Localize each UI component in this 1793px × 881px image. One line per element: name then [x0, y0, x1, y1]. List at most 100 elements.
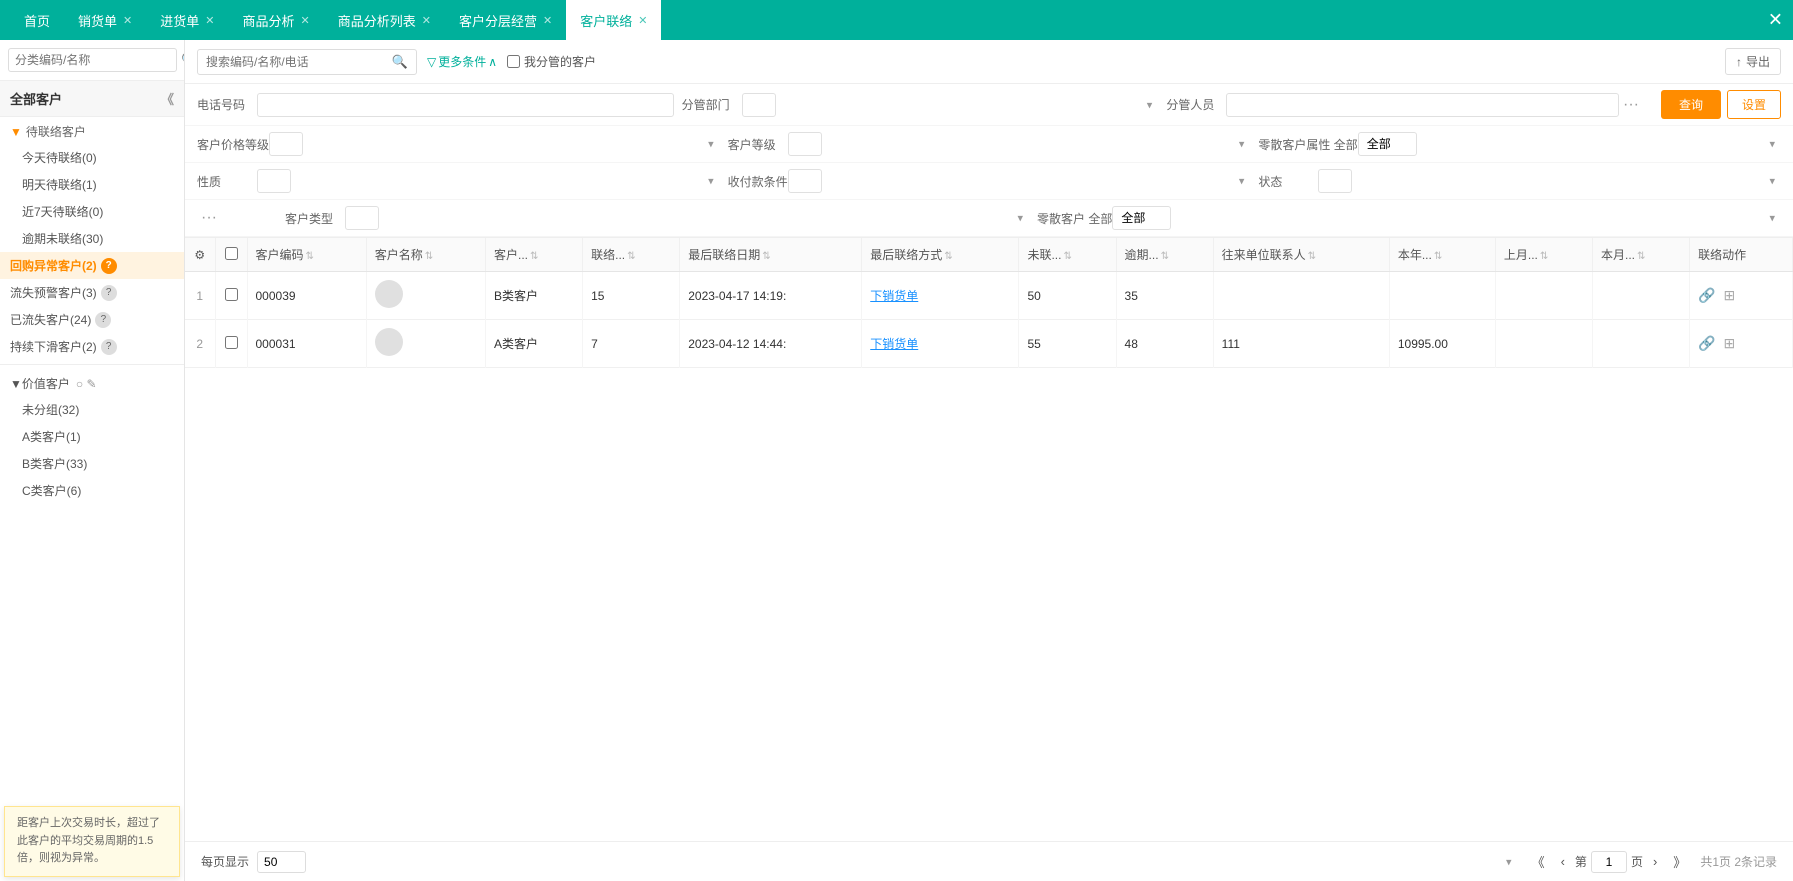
- window-close-button[interactable]: ✕: [1768, 10, 1783, 31]
- customer-type-select[interactable]: [345, 206, 379, 230]
- select-all-checkbox[interactable]: [225, 247, 238, 260]
- sidebar-item-tomorrow[interactable]: 明天待联络(1): [0, 171, 184, 198]
- right-content: 🔍 ▽ 更多条件 ∧ 我分管的客户 ↑ 导出 电话号码: [185, 40, 1793, 881]
- dept-label: 分管部门: [682, 96, 742, 113]
- tab-label-sales: 销货单: [78, 11, 117, 30]
- row-last-month: [1495, 272, 1592, 320]
- sidebar-item-repurchase-abnormal[interactable]: 回购异常客户(2) ?: [0, 252, 184, 279]
- sort-icon-name[interactable]: ⇅: [425, 251, 433, 262]
- action-link-icon[interactable]: 🔗: [1698, 335, 1715, 352]
- tab-close-sales[interactable]: ✕: [123, 14, 132, 27]
- per-page-label: 每页显示: [201, 853, 249, 870]
- page-input[interactable]: [1591, 851, 1627, 873]
- tab-close-analysis[interactable]: ✕: [301, 14, 310, 27]
- sidebar-search-input[interactable]: [8, 48, 177, 72]
- status-select[interactable]: [1318, 169, 1352, 193]
- phone-input[interactable]: [257, 93, 674, 117]
- col-action: 联络动作: [1690, 238, 1793, 272]
- export-button[interactable]: ↑ 导出: [1725, 48, 1781, 75]
- row-contact: 15: [583, 272, 680, 320]
- dept-select[interactable]: [742, 93, 776, 117]
- retail-attr-select[interactable]: 全部: [1358, 132, 1417, 156]
- action-grid-icon[interactable]: ⊞: [1724, 335, 1736, 352]
- row4-dots-btn[interactable]: ···: [197, 209, 221, 227]
- sort-icon-unit-contact[interactable]: ⇅: [1308, 251, 1316, 262]
- sort-icon-type[interactable]: ⇅: [530, 251, 538, 262]
- sidebar-group-value-customers[interactable]: ▼ 价值客户 ○ ✎: [0, 369, 184, 396]
- sidebar-search-area: 🔍: [0, 40, 184, 81]
- col-this-month: 本月...⇅: [1593, 238, 1690, 272]
- settings-column-header[interactable]: ⚙: [185, 238, 215, 272]
- price-level-select[interactable]: [269, 132, 303, 156]
- nav-tab-analysis[interactable]: 商品分析✕: [228, 0, 323, 40]
- set-button[interactable]: 设置: [1727, 90, 1781, 119]
- person-input[interactable]: [1226, 93, 1619, 117]
- sort-icon-uncontacted[interactable]: ⇅: [1063, 251, 1071, 262]
- avatar: [375, 280, 403, 308]
- sidebar-item-class-b[interactable]: B类客户(33): [0, 450, 184, 477]
- tab-close-customer-contact[interactable]: ✕: [638, 14, 647, 27]
- sort-icon-code[interactable]: ⇅: [306, 251, 314, 262]
- row-checkbox[interactable]: [225, 288, 238, 301]
- nav-tab-purchase[interactable]: 进货单✕: [146, 0, 228, 40]
- nav-tab-customer-contact[interactable]: 客户联络✕: [566, 0, 661, 40]
- per-page-select[interactable]: 50 100: [257, 851, 306, 873]
- value-customers-edit-icon[interactable]: ○ ✎: [76, 377, 97, 391]
- customer-level-select[interactable]: [788, 132, 822, 156]
- next-page-btn[interactable]: ›: [1647, 852, 1663, 871]
- sort-icon-last-method[interactable]: ⇅: [944, 251, 952, 262]
- customer-type-label: 客户类型: [285, 210, 345, 227]
- nav-tab-analysis-list[interactable]: 商品分析列表✕: [324, 0, 445, 40]
- row-checkbox[interactable]: [225, 336, 238, 349]
- nature-select[interactable]: [257, 169, 291, 193]
- filter-row-4: ··· 客户类型 零散客户 全部 全部: [185, 200, 1793, 237]
- action-link-icon[interactable]: 🔗: [1698, 287, 1715, 304]
- filter-search-input[interactable]: [206, 55, 392, 69]
- nav-tab-sales[interactable]: 销货单 ✕: [64, 0, 146, 40]
- sort-icon-last-date[interactable]: ⇅: [762, 251, 770, 262]
- nav-tab-customer-mgr[interactable]: 客户分层经营✕: [445, 0, 566, 40]
- arrow-icon: ▼: [10, 125, 22, 139]
- sidebar-item-overdue[interactable]: 逾期未联络(30): [0, 225, 184, 252]
- sort-icon-overdue[interactable]: ⇅: [1161, 251, 1169, 262]
- last-method-link[interactable]: 下销货单: [870, 337, 918, 351]
- customers-table: ⚙ 客户编码⇅ 客户名称⇅ 客户...⇅ 联络...⇅ 最后联络日期⇅ 最后联络…: [185, 238, 1793, 368]
- last-method-link[interactable]: 下销货单: [870, 289, 918, 303]
- sort-icon-contact[interactable]: ⇅: [627, 251, 635, 262]
- row-checkbox-cell: [215, 320, 247, 368]
- col-type: 客户...⇅: [486, 238, 583, 272]
- collapse-icon[interactable]: 《: [161, 89, 174, 108]
- person-dots-btn[interactable]: ···: [1619, 96, 1643, 114]
- sidebar-item-class-a[interactable]: A类客户(1): [0, 423, 184, 450]
- sidebar-item-loss-warning[interactable]: 流失预警客户(3) ?: [0, 279, 184, 306]
- sidebar-item-7days[interactable]: 近7天待联络(0): [0, 198, 184, 225]
- tab-close-purchase[interactable]: ✕: [205, 14, 214, 27]
- sidebar-group-pending[interactable]: ▼ 待联络客户: [0, 117, 184, 144]
- nav-tab-home[interactable]: 首页: [10, 0, 64, 40]
- row-overdue: 48: [1116, 320, 1213, 368]
- filter-row-3: 性质 收付款条件 状态: [185, 163, 1793, 200]
- sort-icon-this-month[interactable]: ⇅: [1637, 251, 1645, 262]
- sidebar-item-class-c[interactable]: C类客户(6): [0, 477, 184, 504]
- filter-more-btn[interactable]: ▽ 更多条件 ∧: [427, 53, 497, 70]
- sidebar-item-ungroup[interactable]: 未分组(32): [0, 396, 184, 423]
- retail-customer-select[interactable]: 全部: [1112, 206, 1171, 230]
- sidebar-item-today[interactable]: 今天待联络(0): [0, 144, 184, 171]
- last-page-btn[interactable]: 》: [1667, 850, 1692, 873]
- tab-close-customer-mgr[interactable]: ✕: [543, 14, 552, 27]
- query-button[interactable]: 查询: [1661, 90, 1721, 119]
- sort-icon-this-year[interactable]: ⇅: [1434, 251, 1442, 262]
- filter-search-icon[interactable]: 🔍: [392, 54, 408, 70]
- sidebar-item-declining[interactable]: 持续下滑客户(2) ?: [0, 333, 184, 360]
- tab-close-analysis-list[interactable]: ✕: [422, 14, 431, 27]
- action-grid-icon[interactable]: ⊞: [1724, 287, 1736, 304]
- filter-more-label: 更多条件: [438, 53, 486, 70]
- payment-select[interactable]: [788, 169, 822, 193]
- col-overdue: 逾期...⇅: [1116, 238, 1213, 272]
- sidebar-item-lost-customers[interactable]: 已流失客户(24) ?: [0, 306, 184, 333]
- prev-page-btn[interactable]: ‹: [1555, 852, 1571, 871]
- my-customers-checkbox[interactable]: [507, 55, 520, 68]
- my-customers-checkbox-label[interactable]: 我分管的客户: [507, 53, 596, 70]
- first-page-btn[interactable]: 《: [1526, 850, 1551, 873]
- sort-icon-last-month[interactable]: ⇅: [1540, 251, 1548, 262]
